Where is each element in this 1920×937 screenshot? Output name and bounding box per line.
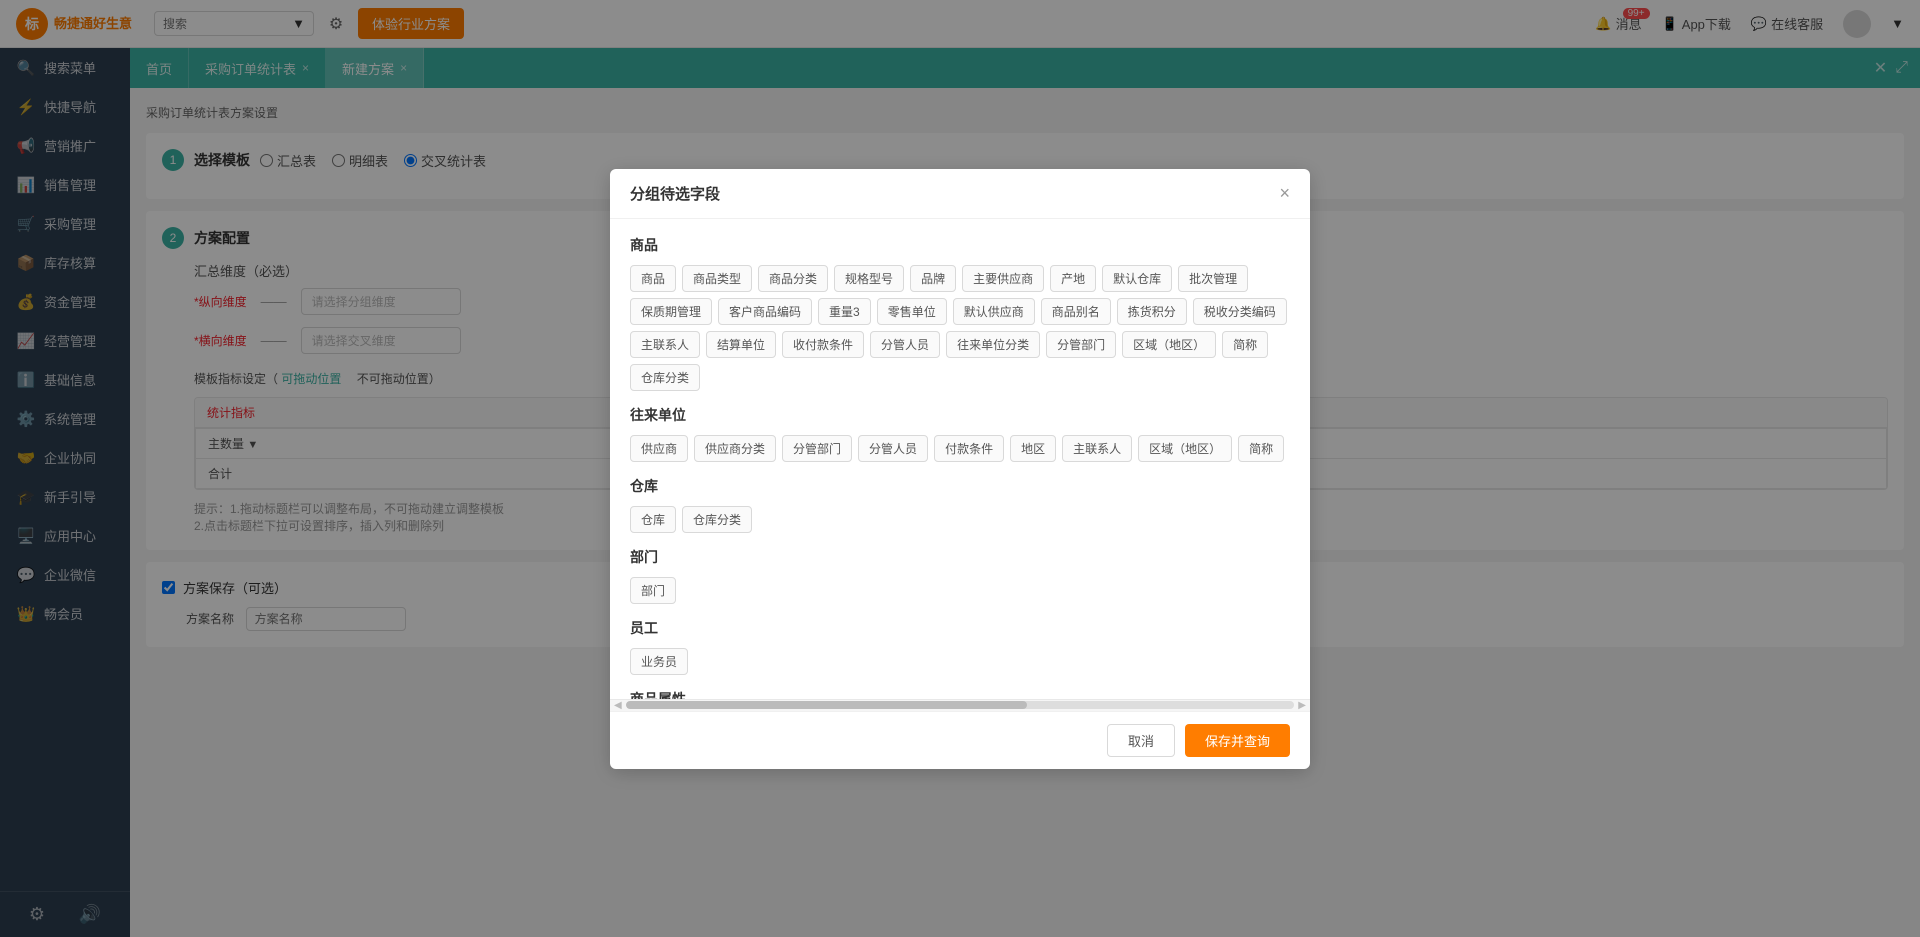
field-tag-0-4[interactable]: 品牌 [910,265,956,292]
field-tag-0-21[interactable]: 往来单位分类 [946,331,1040,358]
modal-footer: 取消 保存并查询 [610,711,1310,769]
modal-hscroll[interactable] [626,701,1295,709]
tag-group-2: 仓库仓库分类 [630,506,1290,533]
section-title-5: 商品属性 [630,689,1290,699]
field-tag-0-1[interactable]: 商品类型 [682,265,752,292]
field-tag-0-20[interactable]: 分管人员 [870,331,940,358]
modal-scroll-bottom: ◀ ▶ [610,699,1310,711]
modal-body: 商品商品商品类型商品分类规格型号品牌主要供应商产地默认仓库批次管理保质期管理客户… [610,219,1310,699]
field-tag-0-18[interactable]: 结算单位 [706,331,776,358]
field-tag-0-25[interactable]: 仓库分类 [630,364,700,391]
field-tag-0-19[interactable]: 收付款条件 [782,331,864,358]
modal-hscroll-thumb [626,701,1027,709]
field-tag-0-11[interactable]: 重量3 [818,298,871,325]
field-tag-0-7[interactable]: 默认仓库 [1102,265,1172,292]
field-tag-0-14[interactable]: 商品别名 [1041,298,1111,325]
field-tag-1-6[interactable]: 主联系人 [1062,435,1132,462]
field-tag-1-7[interactable]: 区域（地区） [1138,435,1232,462]
field-tag-1-8[interactable]: 简称 [1238,435,1284,462]
field-tag-0-3[interactable]: 规格型号 [834,265,904,292]
field-tag-2-0[interactable]: 仓库 [630,506,676,533]
field-tag-0-6[interactable]: 产地 [1050,265,1096,292]
field-tag-0-12[interactable]: 零售单位 [877,298,947,325]
field-tag-0-9[interactable]: 保质期管理 [630,298,712,325]
modal-header: 分组待选字段 × [610,169,1310,219]
tag-group-0: 商品商品类型商品分类规格型号品牌主要供应商产地默认仓库批次管理保质期管理客户商品… [630,265,1290,391]
field-tag-4-0[interactable]: 业务员 [630,648,688,675]
confirm-button[interactable]: 保存并查询 [1185,724,1290,757]
field-tag-3-0[interactable]: 部门 [630,577,676,604]
section-title-0: 商品 [630,235,1290,255]
tag-group-4: 业务员 [630,648,1290,675]
field-tag-0-2[interactable]: 商品分类 [758,265,828,292]
section-title-3: 部门 [630,547,1290,567]
field-tag-1-1[interactable]: 供应商分类 [694,435,776,462]
scroll-right-arrow[interactable]: ▶ [1298,700,1306,711]
field-tag-1-5[interactable]: 地区 [1010,435,1056,462]
section-title-2: 仓库 [630,476,1290,496]
field-tag-0-16[interactable]: 税收分类编码 [1193,298,1287,325]
field-tag-1-4[interactable]: 付款条件 [934,435,1004,462]
field-tag-0-10[interactable]: 客户商品编码 [718,298,812,325]
field-select-modal: 分组待选字段 × 商品商品商品类型商品分类规格型号品牌主要供应商产地默认仓库批次… [610,169,1310,769]
field-tag-1-3[interactable]: 分管人员 [858,435,928,462]
field-tag-0-8[interactable]: 批次管理 [1178,265,1248,292]
field-tag-1-2[interactable]: 分管部门 [782,435,852,462]
field-tag-0-17[interactable]: 主联系人 [630,331,700,358]
tag-group-1: 供应商供应商分类分管部门分管人员付款条件地区主联系人区域（地区）简称 [630,435,1290,462]
field-tag-0-0[interactable]: 商品 [630,265,676,292]
field-tag-0-13[interactable]: 默认供应商 [953,298,1035,325]
section-title-1: 往来单位 [630,405,1290,425]
field-tag-0-15[interactable]: 拣货积分 [1117,298,1187,325]
scroll-left-arrow[interactable]: ◀ [614,700,622,711]
field-tag-1-0[interactable]: 供应商 [630,435,688,462]
field-tag-0-23[interactable]: 区域（地区） [1122,331,1216,358]
field-tag-0-5[interactable]: 主要供应商 [962,265,1044,292]
cancel-button[interactable]: 取消 [1107,724,1175,757]
modal-close-icon[interactable]: × [1279,184,1290,202]
modal-overlay: 分组待选字段 × 商品商品商品类型商品分类规格型号品牌主要供应商产地默认仓库批次… [0,0,1920,937]
field-tag-0-24[interactable]: 简称 [1222,331,1268,358]
tag-group-3: 部门 [630,577,1290,604]
field-tag-0-22[interactable]: 分管部门 [1046,331,1116,358]
modal-title: 分组待选字段 [630,183,720,204]
section-title-4: 员工 [630,618,1290,638]
field-tag-2-1[interactable]: 仓库分类 [682,506,752,533]
